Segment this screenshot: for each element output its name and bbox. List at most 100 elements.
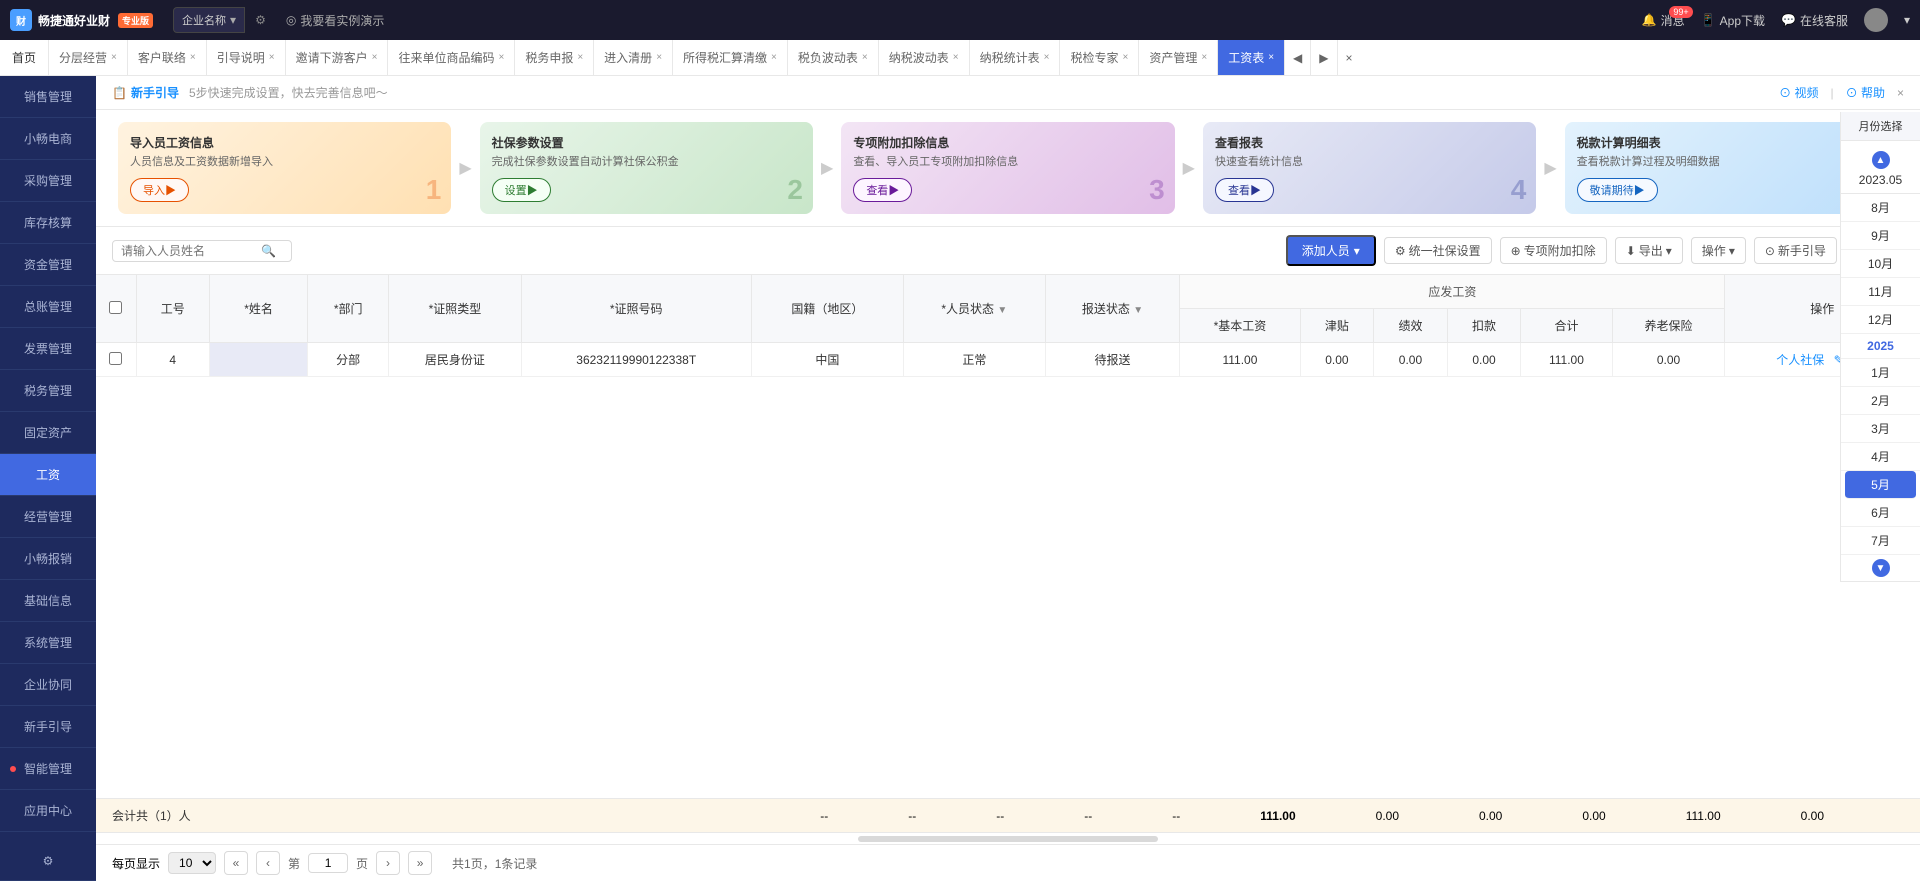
- sidebar-item-management[interactable]: 经营管理: [0, 496, 96, 538]
- month-item-1[interactable]: 1月: [1841, 359, 1920, 387]
- tab-fengjing[interactable]: 分层经营 ×: [49, 40, 128, 76]
- sidebar-item-guide[interactable]: 新手引导: [0, 706, 96, 748]
- next-page-btn[interactable]: ›: [376, 851, 400, 875]
- step-1-btn[interactable]: 导入▶: [130, 178, 189, 202]
- month-item-6[interactable]: 6月: [1841, 499, 1920, 527]
- search-input[interactable]: [121, 244, 261, 258]
- step-5-btn[interactable]: 敬请期待▶: [1577, 178, 1658, 202]
- app-download-btn[interactable]: 📱 App下载: [1701, 12, 1765, 29]
- sidebar-item-sales[interactable]: 销售管理: [0, 76, 96, 118]
- personal-insurance-btn[interactable]: 个人社保: [1776, 353, 1824, 367]
- message-btn[interactable]: 🔔 消息 99+: [1642, 12, 1685, 29]
- sidebar-item-salary[interactable]: 工资: [0, 454, 96, 496]
- video-link[interactable]: ⊙ 视频: [1779, 84, 1818, 101]
- addon-deduction-btn[interactable]: ⊕ 专项附加扣除: [1500, 237, 1607, 264]
- newguide-btn[interactable]: ⊙ 新手引导: [1754, 237, 1837, 264]
- tab-shuiwu[interactable]: 税务申报 ×: [515, 40, 594, 76]
- tab-close-icon[interactable]: ×: [771, 52, 777, 63]
- last-page-btn[interactable]: »: [408, 851, 432, 875]
- tab-wanglai[interactable]: 往来单位商品编码 ×: [388, 40, 515, 76]
- add-person-btn[interactable]: 添加人员 ▾: [1286, 235, 1376, 266]
- select-all-checkbox[interactable]: [109, 301, 122, 314]
- month-item-8[interactable]: 8月: [1841, 194, 1920, 222]
- month-item-4[interactable]: 4月: [1841, 443, 1920, 471]
- tab-close-icon[interactable]: ×: [372, 52, 378, 63]
- page-number-input[interactable]: [308, 853, 348, 873]
- month-next-btn[interactable]: ▼: [1872, 559, 1890, 577]
- tab-close-icon[interactable]: ×: [269, 52, 275, 63]
- tab-close-icon[interactable]: ×: [1201, 52, 1207, 63]
- sidebar-item-ledger[interactable]: 总账管理: [0, 286, 96, 328]
- tab-納税[interactable]: 纳税波动表 ×: [879, 40, 970, 76]
- tab-close-icon[interactable]: ×: [190, 52, 196, 63]
- operations-btn[interactable]: 操作 ▾: [1691, 237, 1746, 264]
- tab-close-icon[interactable]: ×: [577, 52, 583, 63]
- guide-close-icon[interactable]: ×: [1897, 86, 1904, 100]
- month-item-11[interactable]: 11月: [1841, 278, 1920, 306]
- user-menu-btn[interactable]: ▾: [1904, 13, 1910, 27]
- horizontal-scrollbar[interactable]: [858, 836, 1158, 842]
- month-item-2[interactable]: 2月: [1841, 387, 1920, 415]
- sidebar-item-finance[interactable]: 资金管理: [0, 244, 96, 286]
- tab-assets[interactable]: 资产管理 ×: [1139, 40, 1218, 76]
- filter-icon-2[interactable]: ▼: [1133, 305, 1143, 316]
- sidebar-item-settings[interactable]: ⚙: [0, 842, 96, 881]
- tab-next-btn[interactable]: ▶: [1311, 40, 1337, 76]
- search-icon[interactable]: 🔍: [261, 244, 276, 258]
- tab-close-icon[interactable]: ×: [656, 52, 662, 63]
- month-prev-btn[interactable]: ▲: [1872, 151, 1890, 169]
- tab-shuifu[interactable]: 税负波动表 ×: [788, 40, 879, 76]
- sidebar-item-ai[interactable]: 智能管理: [0, 748, 96, 790]
- sidebar-item-system[interactable]: 系统管理: [0, 622, 96, 664]
- per-page-select[interactable]: 10 20 50: [168, 852, 216, 874]
- sidebar-item-collab[interactable]: 企业协同: [0, 664, 96, 706]
- tab-home[interactable]: 首页: [0, 40, 49, 76]
- sidebar-item-inventory[interactable]: 库存核算: [0, 202, 96, 244]
- sidebar-item-fixedassets[interactable]: 固定资产: [0, 412, 96, 454]
- tab-close-icon[interactable]: ×: [1044, 52, 1050, 63]
- gear-icon[interactable]: ⚙: [255, 13, 266, 27]
- tab-close-all-btn[interactable]: ×: [1338, 40, 1361, 76]
- sidebar-item-ecommerce[interactable]: 小畅电商: [0, 118, 96, 160]
- month-item-9[interactable]: 9月: [1841, 222, 1920, 250]
- tab-nstatstable[interactable]: 纳税统计表 ×: [970, 40, 1061, 76]
- help-link[interactable]: ⊙ 帮助: [1846, 84, 1885, 101]
- tab-prev-btn[interactable]: ◀: [1285, 40, 1311, 76]
- month-item-5[interactable]: 5月: [1845, 471, 1916, 499]
- sidebar-item-basic[interactable]: 基础信息: [0, 580, 96, 622]
- search-company-select[interactable]: 企业名称 ▾: [173, 7, 245, 33]
- filter-icon[interactable]: ▼: [997, 305, 1007, 316]
- tab-close-icon[interactable]: ×: [1122, 52, 1128, 63]
- month-item-10[interactable]: 10月: [1841, 250, 1920, 278]
- tab-close-active-icon[interactable]: ×: [1268, 52, 1274, 63]
- month-item-7[interactable]: 7月: [1841, 527, 1920, 555]
- month-item-3[interactable]: 3月: [1841, 415, 1920, 443]
- tab-kehu[interactable]: 客户联络 ×: [128, 40, 207, 76]
- sidebar-item-apps[interactable]: 应用中心: [0, 790, 96, 832]
- tab-yaoqing[interactable]: 邀请下游客户 ×: [286, 40, 389, 76]
- prev-page-btn[interactable]: ‹: [256, 851, 280, 875]
- online-service-btn[interactable]: 💬 在线客服: [1781, 12, 1848, 29]
- unified-settings-btn[interactable]: ⚙ 统一社保设置: [1384, 237, 1492, 264]
- step-3-btn[interactable]: 查看▶: [853, 178, 912, 202]
- sidebar-item-invoice[interactable]: 发票管理: [0, 328, 96, 370]
- row-checkbox[interactable]: [109, 352, 122, 365]
- first-page-btn[interactable]: «: [224, 851, 248, 875]
- tab-close-icon[interactable]: ×: [953, 52, 959, 63]
- tab-suode[interactable]: 所得税汇算清缴 ×: [673, 40, 788, 76]
- tab-shuijian[interactable]: 税检专家 ×: [1060, 40, 1139, 76]
- sidebar-item-tax[interactable]: 税务管理: [0, 370, 96, 412]
- sidebar-item-expense[interactable]: 小畅报销: [0, 538, 96, 580]
- month-item-12[interactable]: 12月: [1841, 306, 1920, 334]
- avatar[interactable]: [1864, 8, 1888, 32]
- tab-close-icon[interactable]: ×: [111, 52, 117, 63]
- tab-yindao[interactable]: 引导说明 ×: [207, 40, 286, 76]
- tab-qingce[interactable]: 进入清册 ×: [594, 40, 673, 76]
- sidebar-item-purchase[interactable]: 采购管理: [0, 160, 96, 202]
- step-4-btn[interactable]: 查看▶: [1215, 178, 1274, 202]
- step-2-btn[interactable]: 设置▶: [492, 178, 551, 202]
- tab-close-icon[interactable]: ×: [862, 52, 868, 63]
- demo-link[interactable]: ◎ 我要看实例演示: [286, 12, 385, 29]
- tab-salary[interactable]: 工资表 ×: [1218, 40, 1285, 76]
- tab-close-icon[interactable]: ×: [498, 52, 504, 63]
